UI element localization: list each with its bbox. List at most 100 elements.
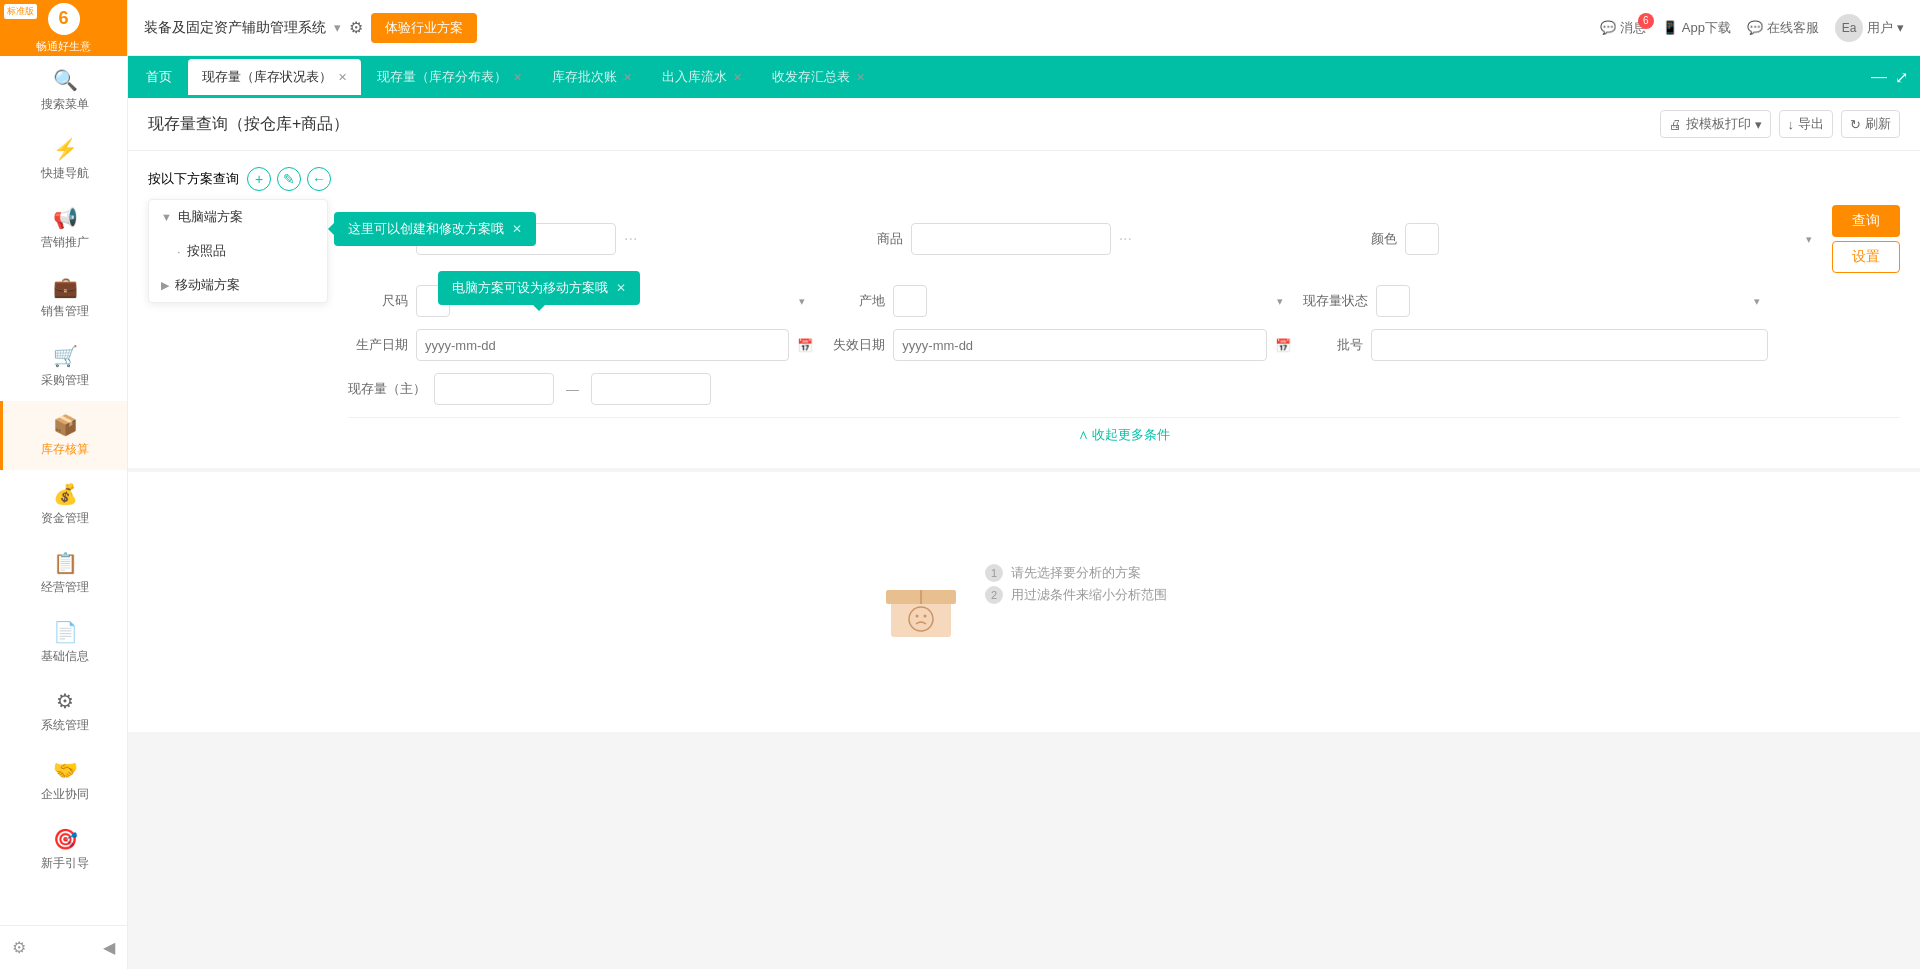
warehouse-dots[interactable]: ··· <box>624 230 637 248</box>
expire-date-label: 失效日期 <box>825 336 885 354</box>
sidebar: 标准版 6 畅通好生意 🔍 搜索菜单 ⚡ 快捷导航 📢 营销推广 💼 销售管理 … <box>0 0 128 969</box>
tab-close-4[interactable]: ✕ <box>856 71 865 84</box>
system-name: 装备及固定资产辅助管理系统 <box>144 19 326 37</box>
tooltip-close-2[interactable]: ✕ <box>512 222 522 236</box>
app-icon: 📱 <box>1662 20 1678 35</box>
sidebar-item-basic[interactable]: 📄 基础信息 <box>0 608 127 677</box>
print-icon: 🖨 <box>1669 117 1682 132</box>
filter-group-goods: 商品 ··· <box>843 223 1326 255</box>
scheme-item-sub1[interactable]: · 按照品 <box>149 234 327 268</box>
prod-date-icon[interactable]: 📅 <box>797 338 813 353</box>
main-content: 装备及固定资产辅助管理系统 ▾ ⚙ 体验行业方案 💬 消息 6 📱 App下载 … <box>128 0 1920 969</box>
topbar-settings-btn[interactable]: ⚙ <box>349 18 363 37</box>
tab-summary[interactable]: 收发存汇总表 ✕ <box>758 59 879 95</box>
user-menu[interactable]: Ea 用户 ▾ <box>1835 14 1904 42</box>
user-dropdown-icon: ▾ <box>1897 20 1904 35</box>
batch-input[interactable] <box>1371 329 1768 361</box>
logo-icon: 6 <box>48 3 80 35</box>
goods-dots[interactable]: ··· <box>1119 230 1132 248</box>
page-title: 现存量查询（按仓库+商品） <box>148 114 349 135</box>
sidebar-item-system[interactable]: ⚙ 系统管理 <box>0 677 127 746</box>
refresh-icon: ↻ <box>1850 117 1861 132</box>
svg-point-5 <box>924 615 927 618</box>
export-icon: ↓ <box>1788 117 1795 132</box>
origin-select[interactable] <box>893 285 927 317</box>
refresh-btn[interactable]: ↻ 刷新 <box>1841 110 1900 138</box>
message-btn[interactable]: 💬 消息 6 <box>1600 19 1646 37</box>
collapse-sidebar-btn[interactable]: ◀ <box>103 938 115 957</box>
stock-main-to[interactable] <box>591 373 711 405</box>
tab-close-1[interactable]: ✕ <box>513 71 522 84</box>
filter-group-origin: 产地 <box>825 285 1290 317</box>
sidebar-item-guide[interactable]: 🎯 新手引导 <box>0 815 127 884</box>
add-scheme-btn[interactable]: + <box>247 167 271 191</box>
stock-status-label: 现存量状态 <box>1303 292 1368 310</box>
sidebar-item-finance[interactable]: 💰 资金管理 <box>0 470 127 539</box>
sub-icon: · <box>177 244 181 259</box>
tab-batch[interactable]: 库存批次账 ✕ <box>538 59 646 95</box>
empty-step-2: 2 用过滤条件来缩小分析范围 <box>985 586 1167 604</box>
scheme-item-mobile[interactable]: ▶ 移动端方案 <box>149 268 327 302</box>
scheme-item-pc[interactable]: ▼ 电脑端方案 <box>149 200 327 234</box>
size-label: 尺码 <box>348 292 408 310</box>
prod-date-label: 生产日期 <box>348 336 408 354</box>
edit-scheme-btn[interactable]: ✎ <box>277 167 301 191</box>
stock-status-select[interactable] <box>1376 285 1410 317</box>
industry-btn[interactable]: 体验行业方案 <box>371 13 477 43</box>
tab-close-0[interactable]: ✕ <box>338 71 347 84</box>
sidebar-item-marketing[interactable]: 📢 营销推广 <box>0 194 127 263</box>
tab-inventory-dist[interactable]: 现存量（库存分布表） ✕ <box>363 59 536 95</box>
topbar-dropdown-icon[interactable]: ▾ <box>334 20 341 35</box>
stock-main-from[interactable] <box>434 373 554 405</box>
tab-fullscreen-btn[interactable]: ⤢ <box>1895 68 1908 87</box>
search-btn[interactable]: 查询 <box>1832 205 1900 237</box>
scheme-tooltip-1: 电脑方案可设为移动方案哦 ✕ <box>438 271 640 305</box>
color-select[interactable] <box>1405 223 1439 255</box>
filter-row-3: 生产日期 📅 失效日期 📅 批号 <box>348 329 1900 361</box>
filter-header: 按以下方案查询 + ✎ ← <box>148 167 1900 191</box>
tab-actions: — ⤢ <box>1871 68 1916 87</box>
tab-close-3[interactable]: ✕ <box>733 71 742 84</box>
step-num-2: 2 <box>985 586 1003 604</box>
sidebar-item-operation[interactable]: 📋 经营管理 <box>0 539 127 608</box>
message-badge: 6 <box>1638 13 1654 29</box>
settings-footer-btn[interactable]: ⚙ <box>12 938 26 957</box>
tooltip-close-1[interactable]: ✕ <box>616 281 626 295</box>
sidebar-item-inventory[interactable]: 📦 库存核算 <box>0 401 127 470</box>
online-service-btn[interactable]: 💬 在线客服 <box>1747 19 1819 37</box>
filter-group-expire-date: 失效日期 📅 <box>825 329 1290 361</box>
goods-label: 商品 <box>843 230 903 248</box>
app-download-btn[interactable]: 📱 App下载 <box>1662 19 1731 37</box>
scheme-tooltip-2: 这里可以创建和修改方案哦 ✕ <box>334 212 536 246</box>
filter-group-stock-main: 现存量（主） — <box>348 373 1900 405</box>
search-buttons: 查询 设置 <box>1832 205 1900 273</box>
prod-date-input[interactable] <box>416 329 789 361</box>
tabbar: 首页 现存量（库存状况表） ✕ 现存量（库存分布表） ✕ 库存批次账 ✕ 出入库… <box>128 56 1920 98</box>
svg-point-3 <box>909 607 933 631</box>
service-label: 在线客服 <box>1767 19 1819 37</box>
sidebar-footer: ⚙ ◀ <box>0 925 127 969</box>
expire-date-icon[interactable]: 📅 <box>1275 338 1291 353</box>
sidebar-item-purchase[interactable]: 🛒 采购管理 <box>0 332 127 401</box>
sidebar-item-sales[interactable]: 💼 销售管理 <box>0 263 127 332</box>
sidebar-item-search[interactable]: 🔍 搜索菜单 <box>0 56 127 125</box>
app-label: App下载 <box>1682 19 1731 37</box>
tab-close-2[interactable]: ✕ <box>623 71 632 84</box>
expire-date-input[interactable] <box>893 329 1266 361</box>
tab-inventory-status[interactable]: 现存量（库存状况表） ✕ <box>188 59 361 95</box>
finance-icon: 💰 <box>53 482 78 506</box>
goods-input[interactable] <box>911 223 1111 255</box>
sidebar-item-quick[interactable]: ⚡ 快捷导航 <box>0 125 127 194</box>
tab-home[interactable]: 首页 <box>132 62 186 92</box>
user-label: 用户 <box>1867 19 1893 37</box>
sidebar-item-enterprise[interactable]: 🤝 企业协同 <box>0 746 127 815</box>
tab-minimize-btn[interactable]: — <box>1871 68 1887 86</box>
reset-btn[interactable]: 设置 <box>1832 241 1900 273</box>
back-scheme-btn[interactable]: ← <box>307 167 331 191</box>
collapse-btn[interactable]: ∧ 收起更多条件 <box>348 417 1900 452</box>
collapse-arrow-icon: ∧ <box>1078 427 1089 442</box>
print-btn[interactable]: 🖨 按模板打印 ▾ <box>1660 110 1771 138</box>
export-btn[interactable]: ↓ 导出 <box>1779 110 1834 138</box>
tab-inout[interactable]: 出入库流水 ✕ <box>648 59 756 95</box>
stock-main-label: 现存量（主） <box>348 380 426 398</box>
